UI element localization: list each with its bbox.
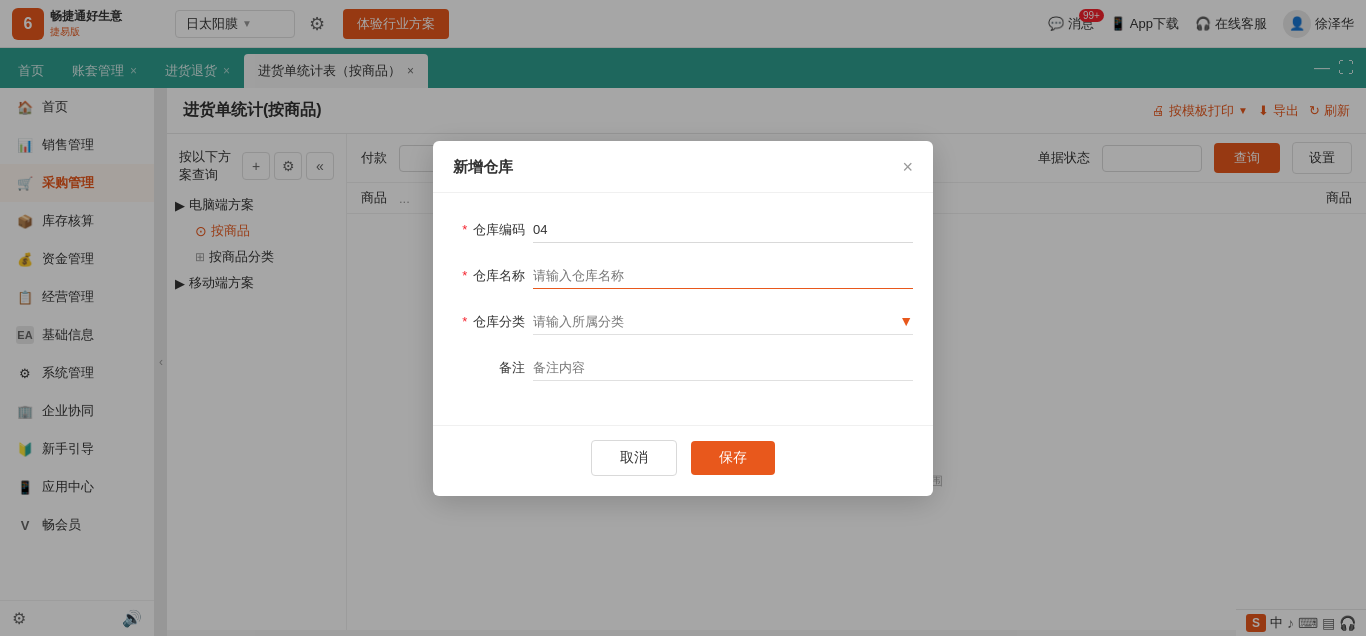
required-mark: * bbox=[462, 268, 467, 283]
type-dropdown-arrow[interactable]: ▼ bbox=[899, 313, 913, 329]
type-label: * 仓库分类 bbox=[453, 313, 533, 331]
required-mark: * bbox=[462, 314, 467, 329]
modal-header: 新增仓库 × bbox=[433, 141, 933, 193]
new-warehouse-modal: 新增仓库 × * 仓库编码 * 仓库名称 bbox=[433, 141, 933, 496]
note-input[interactable] bbox=[533, 355, 913, 381]
cancel-button[interactable]: 取消 bbox=[591, 440, 677, 476]
name-input[interactable] bbox=[533, 263, 913, 289]
form-row-name: * 仓库名称 bbox=[453, 263, 913, 289]
save-button[interactable]: 保存 bbox=[691, 441, 775, 475]
modal-overlay: 新增仓库 × * 仓库编码 * 仓库名称 bbox=[0, 0, 1366, 636]
code-input[interactable] bbox=[533, 217, 913, 243]
modal-body: * 仓库编码 * 仓库名称 * 仓库分类 bbox=[433, 193, 933, 425]
note-label: 备注 bbox=[453, 359, 533, 377]
type-select-wrapper: ▼ bbox=[533, 309, 913, 335]
form-row-code: * 仓库编码 bbox=[453, 217, 913, 243]
type-input[interactable] bbox=[533, 309, 899, 334]
form-row-note: 备注 bbox=[453, 355, 913, 381]
form-row-type: * 仓库分类 ▼ bbox=[453, 309, 913, 335]
code-label: * 仓库编码 bbox=[453, 221, 533, 239]
modal-close-button[interactable]: × bbox=[902, 157, 913, 178]
modal-title: 新增仓库 bbox=[453, 158, 513, 177]
name-label: * 仓库名称 bbox=[453, 267, 533, 285]
modal-footer: 取消 保存 bbox=[433, 425, 933, 496]
required-mark: * bbox=[462, 222, 467, 237]
